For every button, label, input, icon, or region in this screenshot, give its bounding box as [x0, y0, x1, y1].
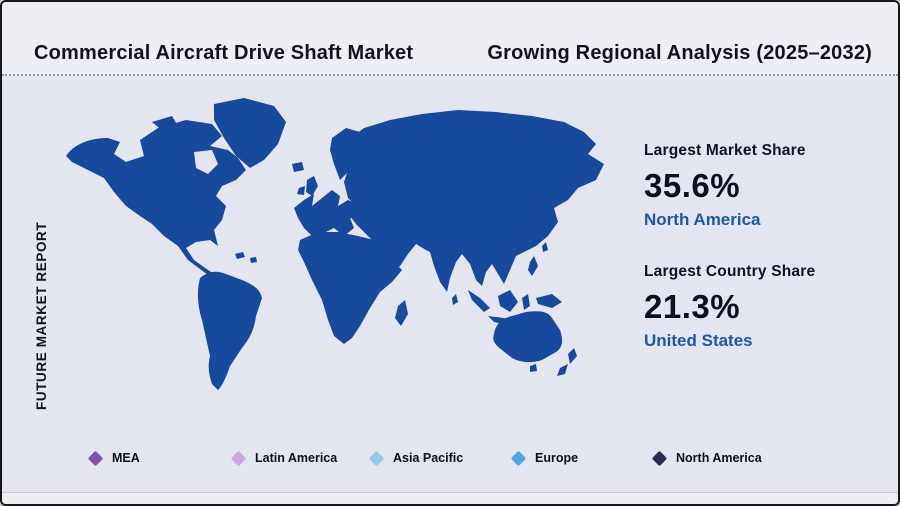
stat-largest-country-share: Largest Country Share 21.3% United State…: [644, 263, 894, 351]
continent-south-america: [197, 271, 262, 390]
world-map-shape: [66, 98, 604, 390]
continent-north-america: [66, 120, 246, 284]
legend-label: Europe: [535, 451, 579, 465]
stat-largest-market-share: Largest Market Share 35.6% North America: [644, 142, 894, 230]
diamond-marker-icon: [230, 450, 247, 466]
brand-vertical-label: FUTURE MARKET REPORT: [34, 221, 49, 411]
world-map-svg: [66, 98, 604, 390]
stat-value: 21.3%: [644, 288, 741, 325]
sulawesi: [522, 294, 530, 310]
footer-strip: [2, 492, 898, 504]
hispaniola: [250, 257, 257, 263]
diamond-marker-icon: [651, 450, 668, 466]
united-kingdom: [306, 176, 318, 196]
legend-item-mea: MEA: [87, 449, 140, 467]
stat-label: Largest Market Share: [644, 142, 806, 159]
page-title-left: Commercial Aircraft Drive Shaft Market: [34, 42, 414, 64]
legend-item-europe: Europe: [510, 449, 579, 467]
legend-label: Asia Pacific: [393, 451, 464, 465]
page-title-right: Growing Regional Analysis (2025–2032): [487, 42, 872, 64]
stat-region: United States: [644, 331, 753, 350]
legend-item-latin-america: Latin America: [230, 449, 338, 467]
sumatra: [468, 290, 490, 312]
diamond-marker-icon: [510, 450, 527, 466]
tasmania: [530, 364, 537, 372]
new-zealand: [557, 364, 568, 376]
stat-region: North America: [644, 210, 761, 229]
legend-item-north-america: North America: [651, 449, 762, 467]
world-map: [60, 94, 616, 406]
header-band: Commercial Aircraft Drive Shaft Market G…: [2, 2, 898, 76]
legend-item-asia-pacific: Asia Pacific: [368, 449, 464, 467]
ireland: [297, 186, 305, 195]
borneo: [498, 290, 518, 312]
madagascar: [395, 300, 408, 326]
infographic-frame: Commercial Aircraft Drive Shaft Market G…: [0, 0, 900, 506]
philippines: [528, 256, 538, 276]
legend-label: North America: [676, 451, 762, 465]
legend-label: Latin America: [255, 451, 338, 465]
stat-label: Largest Country Share: [644, 263, 816, 280]
sri-lanka: [452, 294, 458, 305]
new-guinea: [536, 294, 562, 308]
legend: MEA Latin America Asia Pacific Europe No…: [2, 449, 898, 469]
stat-value: 35.6%: [644, 167, 741, 204]
diamond-marker-icon: [368, 450, 385, 466]
diamond-marker-icon: [87, 450, 104, 466]
legend-label: MEA: [112, 451, 140, 465]
iceland: [292, 162, 304, 172]
cuba: [235, 252, 245, 259]
taiwan: [542, 242, 548, 252]
new-zealand: [568, 348, 577, 364]
